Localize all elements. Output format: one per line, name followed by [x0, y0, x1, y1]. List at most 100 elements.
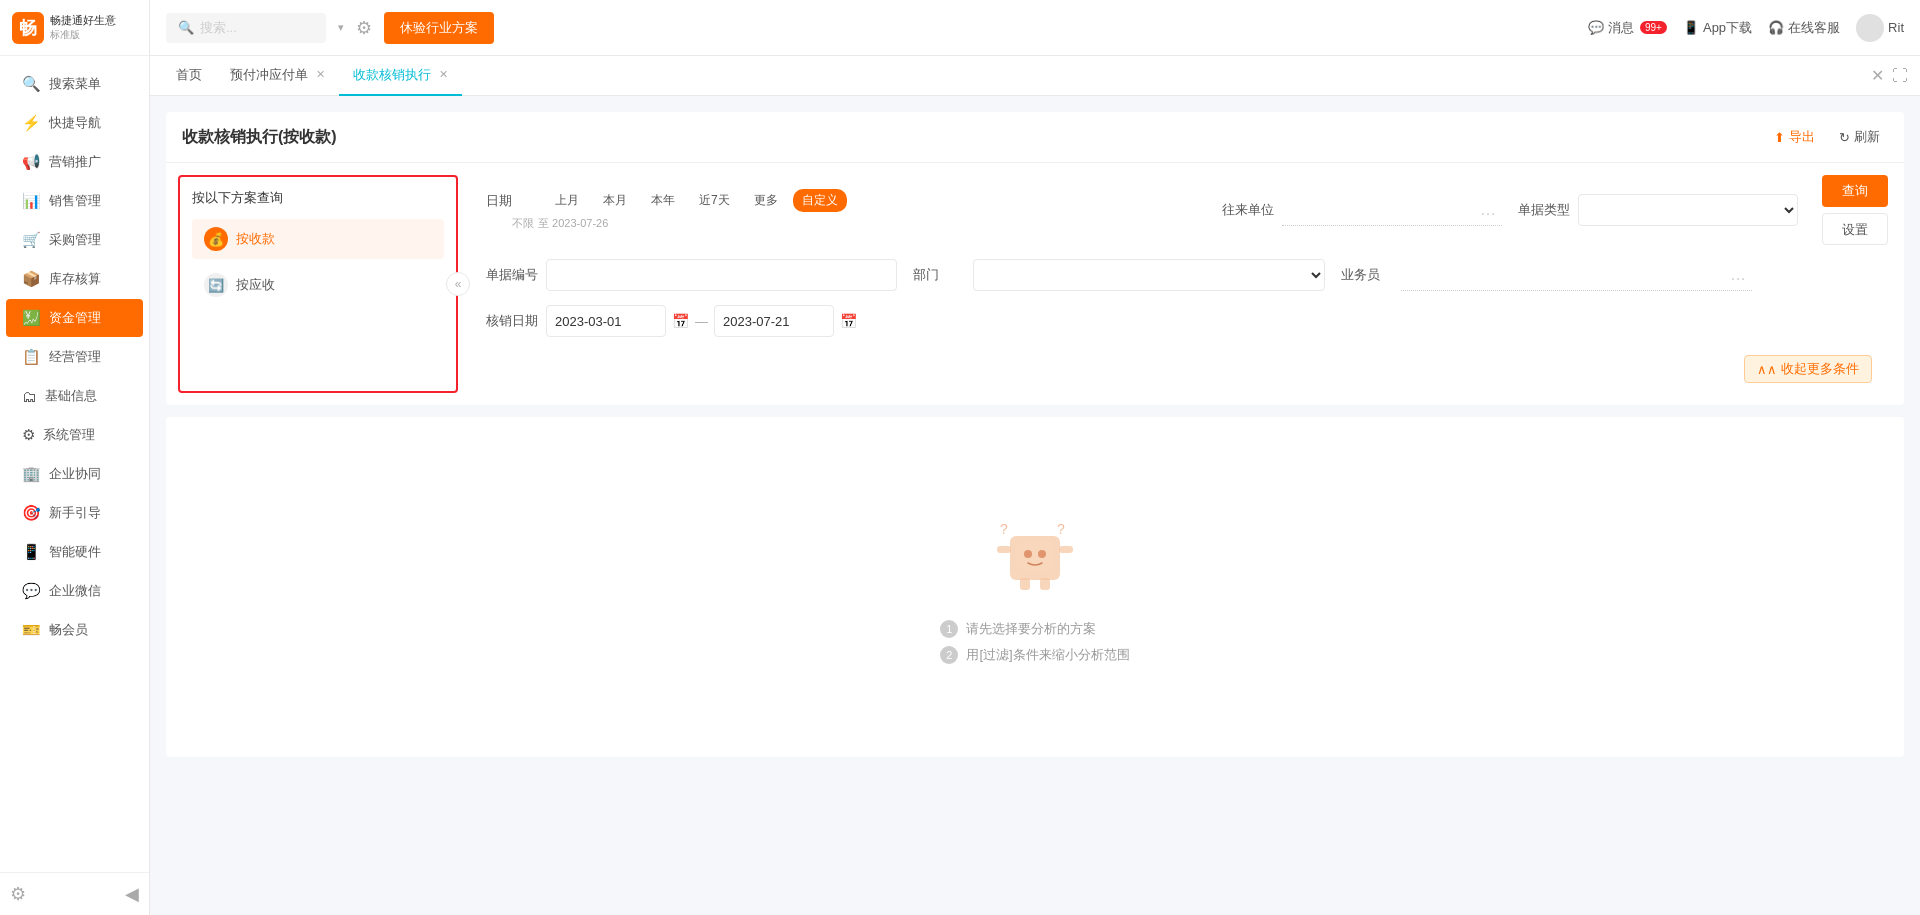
partner-input[interactable]: …: [1282, 194, 1502, 226]
tab-receipt-close-icon[interactable]: ✕: [439, 68, 448, 81]
export-label: 导出: [1789, 128, 1815, 146]
dropdown-arrow-icon[interactable]: ▾: [338, 21, 344, 34]
tab-prepay-reconcile[interactable]: 预付冲应付单 ✕: [216, 56, 339, 96]
filter-right-panel: 日期 上月 本月 本年 近7天 更多 自定义 不限: [470, 163, 1904, 405]
smart-hw-icon: 📱: [22, 543, 41, 561]
message-icon: 💬: [1588, 20, 1604, 35]
sidebar-item-smart-hw[interactable]: 📱智能硬件: [6, 533, 143, 571]
sidebar-label-member: 畅会员: [49, 621, 88, 639]
sidebar-label-purchase: 采购管理: [49, 231, 101, 249]
finance-icon: 💹: [22, 309, 41, 327]
search-placeholder: 搜索...: [200, 19, 237, 37]
member-icon: 🎫: [22, 621, 41, 639]
writeoff-date-field: 核销日期 📅 — 📅: [486, 305, 857, 337]
empty-illustration: ? ?: [985, 506, 1085, 596]
messages-action[interactable]: 💬 消息 99+: [1588, 19, 1667, 37]
sidebar-item-system[interactable]: ⚙系统管理: [6, 416, 143, 454]
search-menu-icon: 🔍: [22, 75, 41, 93]
receivable-option-label: 按应收: [236, 276, 275, 294]
sidebar-label-wechat: 企业微信: [49, 582, 101, 600]
writeoff-date-start-input[interactable]: [546, 305, 666, 337]
bill-type-label: 单据类型: [1518, 201, 1570, 219]
date-btn-this-month[interactable]: 本月: [594, 189, 636, 212]
date-btn-last-month[interactable]: 上月: [546, 189, 588, 212]
date-btn-custom[interactable]: 自定义: [793, 189, 847, 212]
top-header: 🔍 搜索... ▾ ⚙ 休验行业方案 💬 消息 99+ 📱 App下载 🎧 在线…: [150, 0, 1920, 56]
page-title: 收款核销执行(按收款): [182, 127, 337, 148]
date-label: 日期: [486, 192, 538, 210]
tip-text-1: 请先选择要分析的方案: [966, 616, 1096, 642]
staff-input[interactable]: …: [1401, 259, 1752, 291]
tip-text-2: 用[过滤]条件来缩小分析范围: [966, 642, 1129, 668]
page-content: 收款核销执行(按收款) ⬆ 导出 ↻ 刷新 按以下方案查询 💰 按收款: [150, 96, 1920, 915]
sidebar-item-operations[interactable]: 📋经营管理: [6, 338, 143, 376]
svg-text:?: ?: [1057, 521, 1065, 537]
date-btn-more[interactable]: 更多: [745, 189, 787, 212]
refresh-icon: ↻: [1839, 130, 1850, 145]
date-separator: —: [695, 314, 708, 329]
main-area: 🔍 搜索... ▾ ⚙ 休验行业方案 💬 消息 99+ 📱 App下载 🎧 在线…: [150, 0, 1920, 915]
settings-footer-icon[interactable]: ⚙: [10, 883, 26, 905]
sidebar-item-guide[interactable]: 🎯新手引导: [6, 494, 143, 532]
collapse-up-icon: ∧∧: [1757, 362, 1777, 377]
header-search[interactable]: 🔍 搜索...: [166, 13, 326, 43]
online-service-action[interactable]: 🎧 在线客服: [1768, 19, 1840, 37]
filter-row-3: 核销日期 📅 — 📅: [486, 305, 1888, 337]
filter-row-1: 日期 上月 本月 本年 近7天 更多 自定义 不限: [486, 175, 1888, 245]
tab-bar: 首页 预付冲应付单 ✕ 收款核销执行 ✕ ✕ ⛶: [150, 56, 1920, 96]
user-action[interactable]: Rit: [1856, 14, 1904, 42]
tab-prepay-close-icon[interactable]: ✕: [316, 68, 325, 81]
logo-sub: 标准版: [50, 28, 116, 42]
staff-field: 业务员 …: [1341, 259, 1752, 291]
export-button[interactable]: ⬆ 导出: [1766, 124, 1823, 150]
calendar-end-icon[interactable]: 📅: [840, 313, 857, 329]
sidebar-item-purchase[interactable]: 🛒采购管理: [6, 221, 143, 259]
sidebar-label-operations: 经营管理: [49, 348, 101, 366]
messages-label: 消息: [1608, 19, 1634, 37]
gear-icon[interactable]: ⚙: [356, 17, 372, 39]
app-download-action[interactable]: 📱 App下载: [1683, 19, 1752, 37]
sidebar-item-quick-nav[interactable]: ⚡快捷导航: [6, 104, 143, 142]
setting-button[interactable]: 设置: [1822, 213, 1888, 245]
sidebar-item-enterprise[interactable]: 🏢企业协同: [6, 455, 143, 493]
calendar-start-icon[interactable]: 📅: [672, 313, 689, 329]
bill-no-input[interactable]: [546, 259, 897, 291]
sales-icon: 📊: [22, 192, 41, 210]
tab-prepay-label: 预付冲应付单: [230, 66, 308, 84]
tab-expand-icon[interactable]: ⛶: [1892, 67, 1908, 85]
bill-no-label: 单据编号: [486, 266, 538, 284]
filter-option-by-receivable[interactable]: 🔄 按应收: [192, 265, 444, 305]
filter-option-by-receipt[interactable]: 💰 按收款: [192, 219, 444, 259]
inventory-icon: 📦: [22, 270, 41, 288]
solution-button[interactable]: 休验行业方案: [384, 12, 494, 44]
dept-select[interactable]: [973, 259, 1324, 291]
date-no-limit-label: 不限: [512, 216, 534, 231]
collapse-more-button[interactable]: ∧∧ 收起更多条件: [1744, 355, 1872, 383]
tab-home[interactable]: 首页: [162, 56, 216, 96]
refresh-button[interactable]: ↻ 刷新: [1831, 124, 1888, 150]
query-button[interactable]: 查询: [1822, 175, 1888, 207]
tab-receipt-writeoff[interactable]: 收款核销执行 ✕: [339, 56, 462, 96]
sidebar-label-basic-info: 基础信息: [45, 387, 97, 405]
sidebar-item-sales[interactable]: 📊销售管理: [6, 182, 143, 220]
bill-type-select[interactable]: [1578, 194, 1798, 226]
receipt-option-label: 按收款: [236, 230, 275, 248]
sidebar-item-basic-info[interactable]: 🗂 基础信息: [6, 377, 143, 415]
collapse-sidebar-icon[interactable]: ◀: [125, 883, 139, 905]
collapse-left-panel-button[interactable]: «: [446, 272, 470, 296]
tip-num-2: 2: [940, 646, 958, 664]
sidebar-item-finance[interactable]: 💹资金管理: [6, 299, 143, 337]
date-btn-7days[interactable]: 近7天: [690, 189, 739, 212]
sidebar-item-member[interactable]: 🎫 畅会员: [6, 611, 143, 649]
sidebar-item-marketing[interactable]: 📢营销推广: [6, 143, 143, 181]
date-btn-this-year[interactable]: 本年: [642, 189, 684, 212]
sidebar-item-inventory[interactable]: 📦库存核算: [6, 260, 143, 298]
sidebar-item-search-menu[interactable]: 🔍搜索菜单: [6, 65, 143, 103]
date-to-label: 至 2023-07-26: [538, 216, 608, 231]
sidebar-item-wechat[interactable]: 💬企业微信: [6, 572, 143, 610]
writeoff-date-end-input[interactable]: [714, 305, 834, 337]
basic-info-icon: 🗂: [22, 388, 37, 405]
sidebar-label-enterprise: 企业协同: [49, 465, 101, 483]
tab-close-all-icon[interactable]: ✕: [1871, 66, 1884, 85]
partner-dots-icon: …: [1480, 201, 1498, 219]
